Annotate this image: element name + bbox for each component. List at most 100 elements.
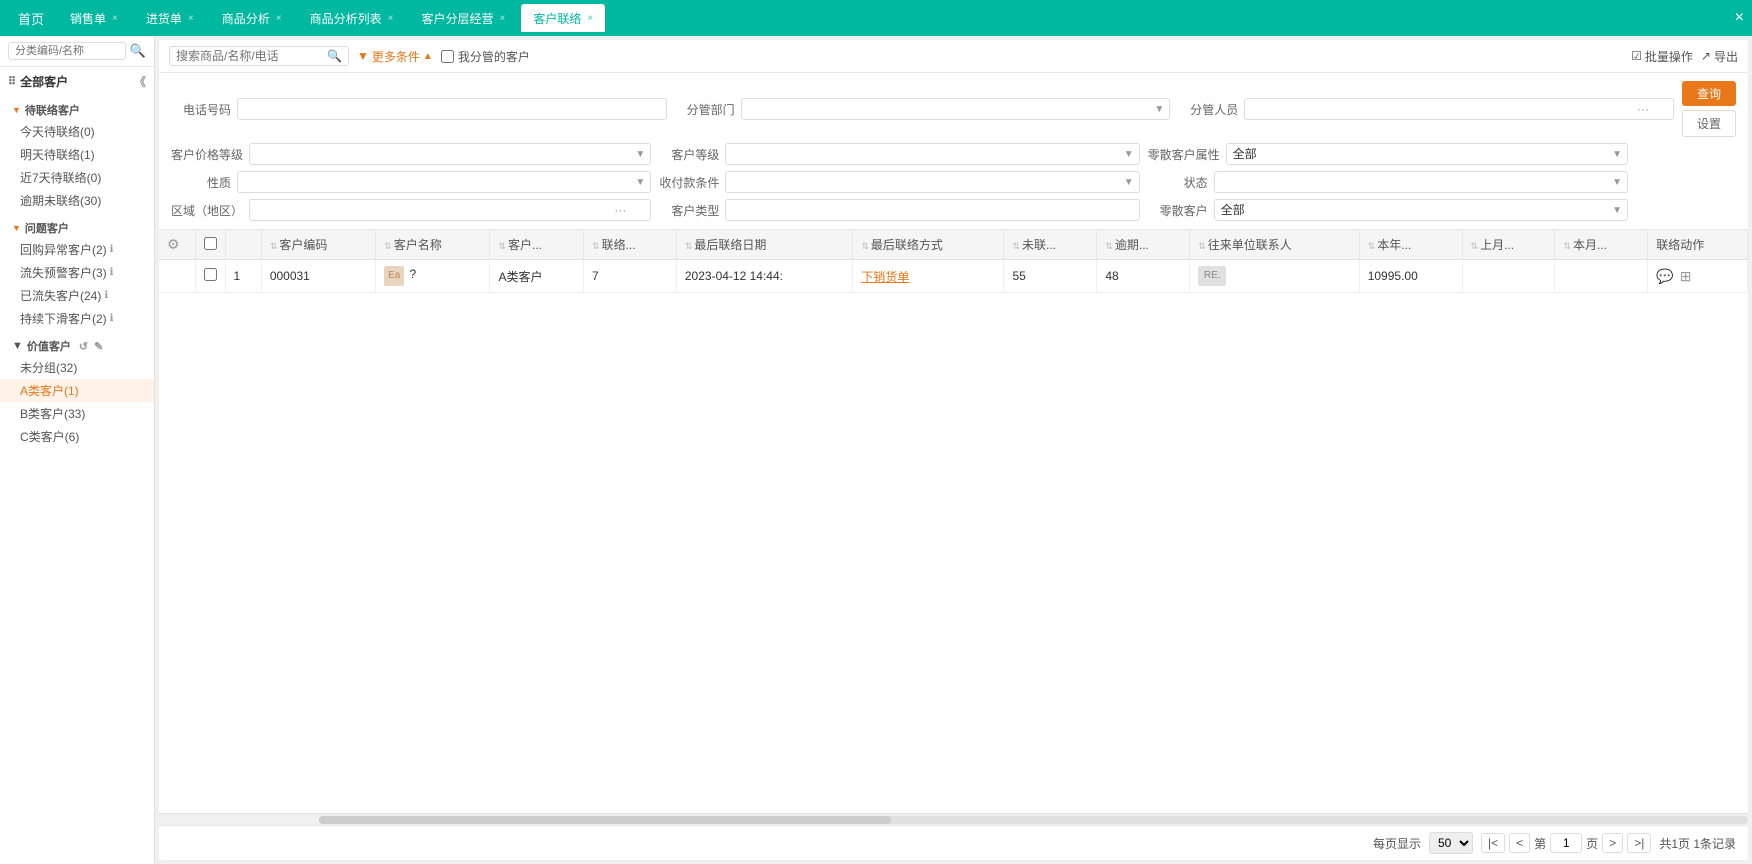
th-year-amount[interactable]: ⇅本年... [1359,230,1462,260]
scrollbar-thumb[interactable] [319,816,891,824]
sidebar-item-overdue[interactable]: 逾期未联络(30) [0,189,154,212]
sidebar-search-icon[interactable]: 🔍 [130,43,146,59]
nav-tab-analysis-list[interactable]: 商品分析列表 × [298,4,406,32]
my-customer-checkbox[interactable] [441,50,454,63]
sidebar-item-lost[interactable]: 已流失客户(24) ℹ [0,284,154,307]
sidebar-item-declining[interactable]: 持续下滑客户(2) ℹ [0,307,154,330]
row-checkbox[interactable] [204,268,217,281]
page-input[interactable] [1550,833,1582,853]
last-contact-link[interactable]: 下销货单 [861,270,909,284]
search-input[interactable] [176,49,323,63]
th-last-contact-date[interactable]: ⇅最后联络日期 [676,230,852,260]
close-tab-purchase[interactable]: × [188,13,194,24]
filter-region-input[interactable]: ··· [249,199,651,221]
table-header-row: ⚙ ⇅客户编码 ⇅客户名称 ⇅客户... ⇅联络... ⇅最后联络日期 ⇅最后联… [159,230,1748,260]
note-icon[interactable]: 💬 [1656,268,1673,285]
search-icon[interactable]: 🔍 [327,49,342,63]
filter-customer-grade-select[interactable] [725,143,1139,165]
close-tab-sales[interactable]: × [112,13,118,24]
nav-tab-purchase[interactable]: 进货单 × [134,4,206,32]
close-tab-customer-contact[interactable]: × [587,13,593,24]
settings-icon[interactable]: ⚙ [167,236,180,252]
th-contact-person[interactable]: ⇅往来单位联系人 [1190,230,1360,260]
nav-tab-analysis[interactable]: 商品分析 × [210,4,294,32]
filter-dept-select[interactable] [741,98,1171,120]
nav-tab-customer-tier[interactable]: 客户分层经营 × [409,4,517,32]
th-this-month[interactable]: ⇅本月... [1555,230,1648,260]
filter-retail-select[interactable]: 全部 [1214,199,1628,221]
filter-customer-grade-wrap: ▼ [725,143,1139,165]
settings-btn[interactable]: 设置 [1682,110,1736,137]
close-tab-analysis[interactable]: × [276,13,282,24]
pagination: 每页显示 50 |< < 第 页 > >| 共1页 1条记录 [159,825,1748,860]
search-wrap: 🔍 [169,46,349,66]
filter-person-input[interactable]: ··· [1244,98,1674,120]
close-tab-customer-tier[interactable]: × [499,13,505,24]
filter-status-wrap: ▼ [1214,171,1628,193]
filter-more-btn[interactable]: ▼ 更多条件 ▲ [357,48,433,65]
sidebar-item-7days[interactable]: 近7天待联络(0) [0,166,154,189]
qr-icon[interactable]: ⊞ [1680,268,1692,285]
next-page-btn[interactable]: > [1602,833,1623,853]
problem-customers-label[interactable]: ▼ 问题客户 [0,216,154,238]
triangle-icon3: ▼ [12,340,23,352]
sidebar-item-b-class[interactable]: B类客户(33) [0,402,154,425]
th-type[interactable]: ⇅客户... [490,230,584,260]
filter-phone-label: 电话号码 [171,101,231,118]
filter-payment-select[interactable] [725,171,1139,193]
close-tab-analysis-list[interactable]: × [388,13,394,24]
first-page-btn[interactable]: |< [1481,833,1505,853]
pending-contact-label[interactable]: ▼ 待联络客户 [0,98,154,120]
th-last-month[interactable]: ⇅上月... [1462,230,1555,260]
sidebar-search-input[interactable] [8,42,126,60]
filter-dept-wrap: ▼ [741,98,1171,120]
filter-phone-input[interactable] [237,98,667,120]
prev-page-btn[interactable]: < [1509,833,1530,853]
triangle-icon2: ▼ [12,223,21,233]
sidebar-item-ungroup[interactable]: 未分组(32) [0,356,154,379]
export-btn[interactable]: ↗ 导出 [1701,48,1738,65]
td-type: A类客户 [490,260,584,293]
value-customers-label[interactable]: ▼ 价值客户 ↺ ✎ [0,334,154,356]
th-actions: 联络动作 [1648,230,1748,260]
page-nav: |< < 第 页 > >| [1481,833,1651,853]
batch-ops-btn[interactable]: ☑ 批量操作 [1631,48,1693,65]
th-contact-count[interactable]: ⇅联络... [584,230,677,260]
filter-price-grade-select[interactable] [249,143,651,165]
select-all-checkbox[interactable] [204,237,217,250]
td-overdue: 48 [1097,260,1190,293]
refresh-icon[interactable]: ↺ [79,340,88,353]
query-btn[interactable]: 查询 [1682,81,1736,106]
triangle-icon: ▼ [12,105,21,115]
th-code[interactable]: ⇅客户编码 [261,230,375,260]
filter-status-select[interactable] [1214,171,1628,193]
export-icon: ↗ [1701,49,1711,63]
th-name[interactable]: ⇅客户名称 [376,230,490,260]
horizontal-scrollbar[interactable] [159,813,1748,825]
sidebar-item-lostwarning[interactable]: 流失预警客户(3) ℹ [0,261,154,284]
td-last-method[interactable]: 下销货单 [853,260,1004,293]
sidebar-item-tomorrow[interactable]: 明天待联络(1) [0,143,154,166]
sidebar-item-today[interactable]: 今天待联络(0) [0,120,154,143]
th-overdue[interactable]: ⇅逾期... [1097,230,1190,260]
nav-tab-sales[interactable]: 销售单 × [58,4,130,32]
nav-tab-customer-contact[interactable]: 客户联络 × [521,4,605,32]
sidebar-item-c-class[interactable]: C类客户(6) [0,425,154,448]
th-no-contact[interactable]: ⇅未联... [1004,230,1097,260]
customer-table: ⚙ ⇅客户编码 ⇅客户名称 ⇅客户... ⇅联络... ⇅最后联络日期 ⇅最后联… [159,230,1748,293]
nav-home[interactable]: 首页 [8,9,54,28]
th-last-contact-method[interactable]: ⇅最后联络方式 [853,230,1004,260]
filter-nature-select[interactable] [237,171,651,193]
sidebar-item-a-class[interactable]: A类客户(1) [0,379,154,402]
filter-customer-type-input[interactable] [725,199,1139,221]
value-customers-group: ▼ 价值客户 ↺ ✎ 未分组(32) A类客户(1) B类客户(33) C类客户… [0,332,154,450]
last-page-btn[interactable]: >| [1627,833,1651,853]
my-customer-checkbox-label[interactable]: 我分管的客户 [441,48,530,65]
close-all-tabs[interactable]: × [1735,9,1744,27]
filter-retail-attr-select[interactable]: 全部 [1226,143,1628,165]
per-page-select[interactable]: 50 [1429,832,1473,854]
sidebar-item-repurchase[interactable]: 回购异常客户(2) ℹ [0,238,154,261]
sidebar-all-customers[interactable]: ⠿ 全部客户 《 [0,67,154,96]
collapse-icon[interactable]: 《 [134,73,146,90]
edit-icon[interactable]: ✎ [94,340,103,353]
